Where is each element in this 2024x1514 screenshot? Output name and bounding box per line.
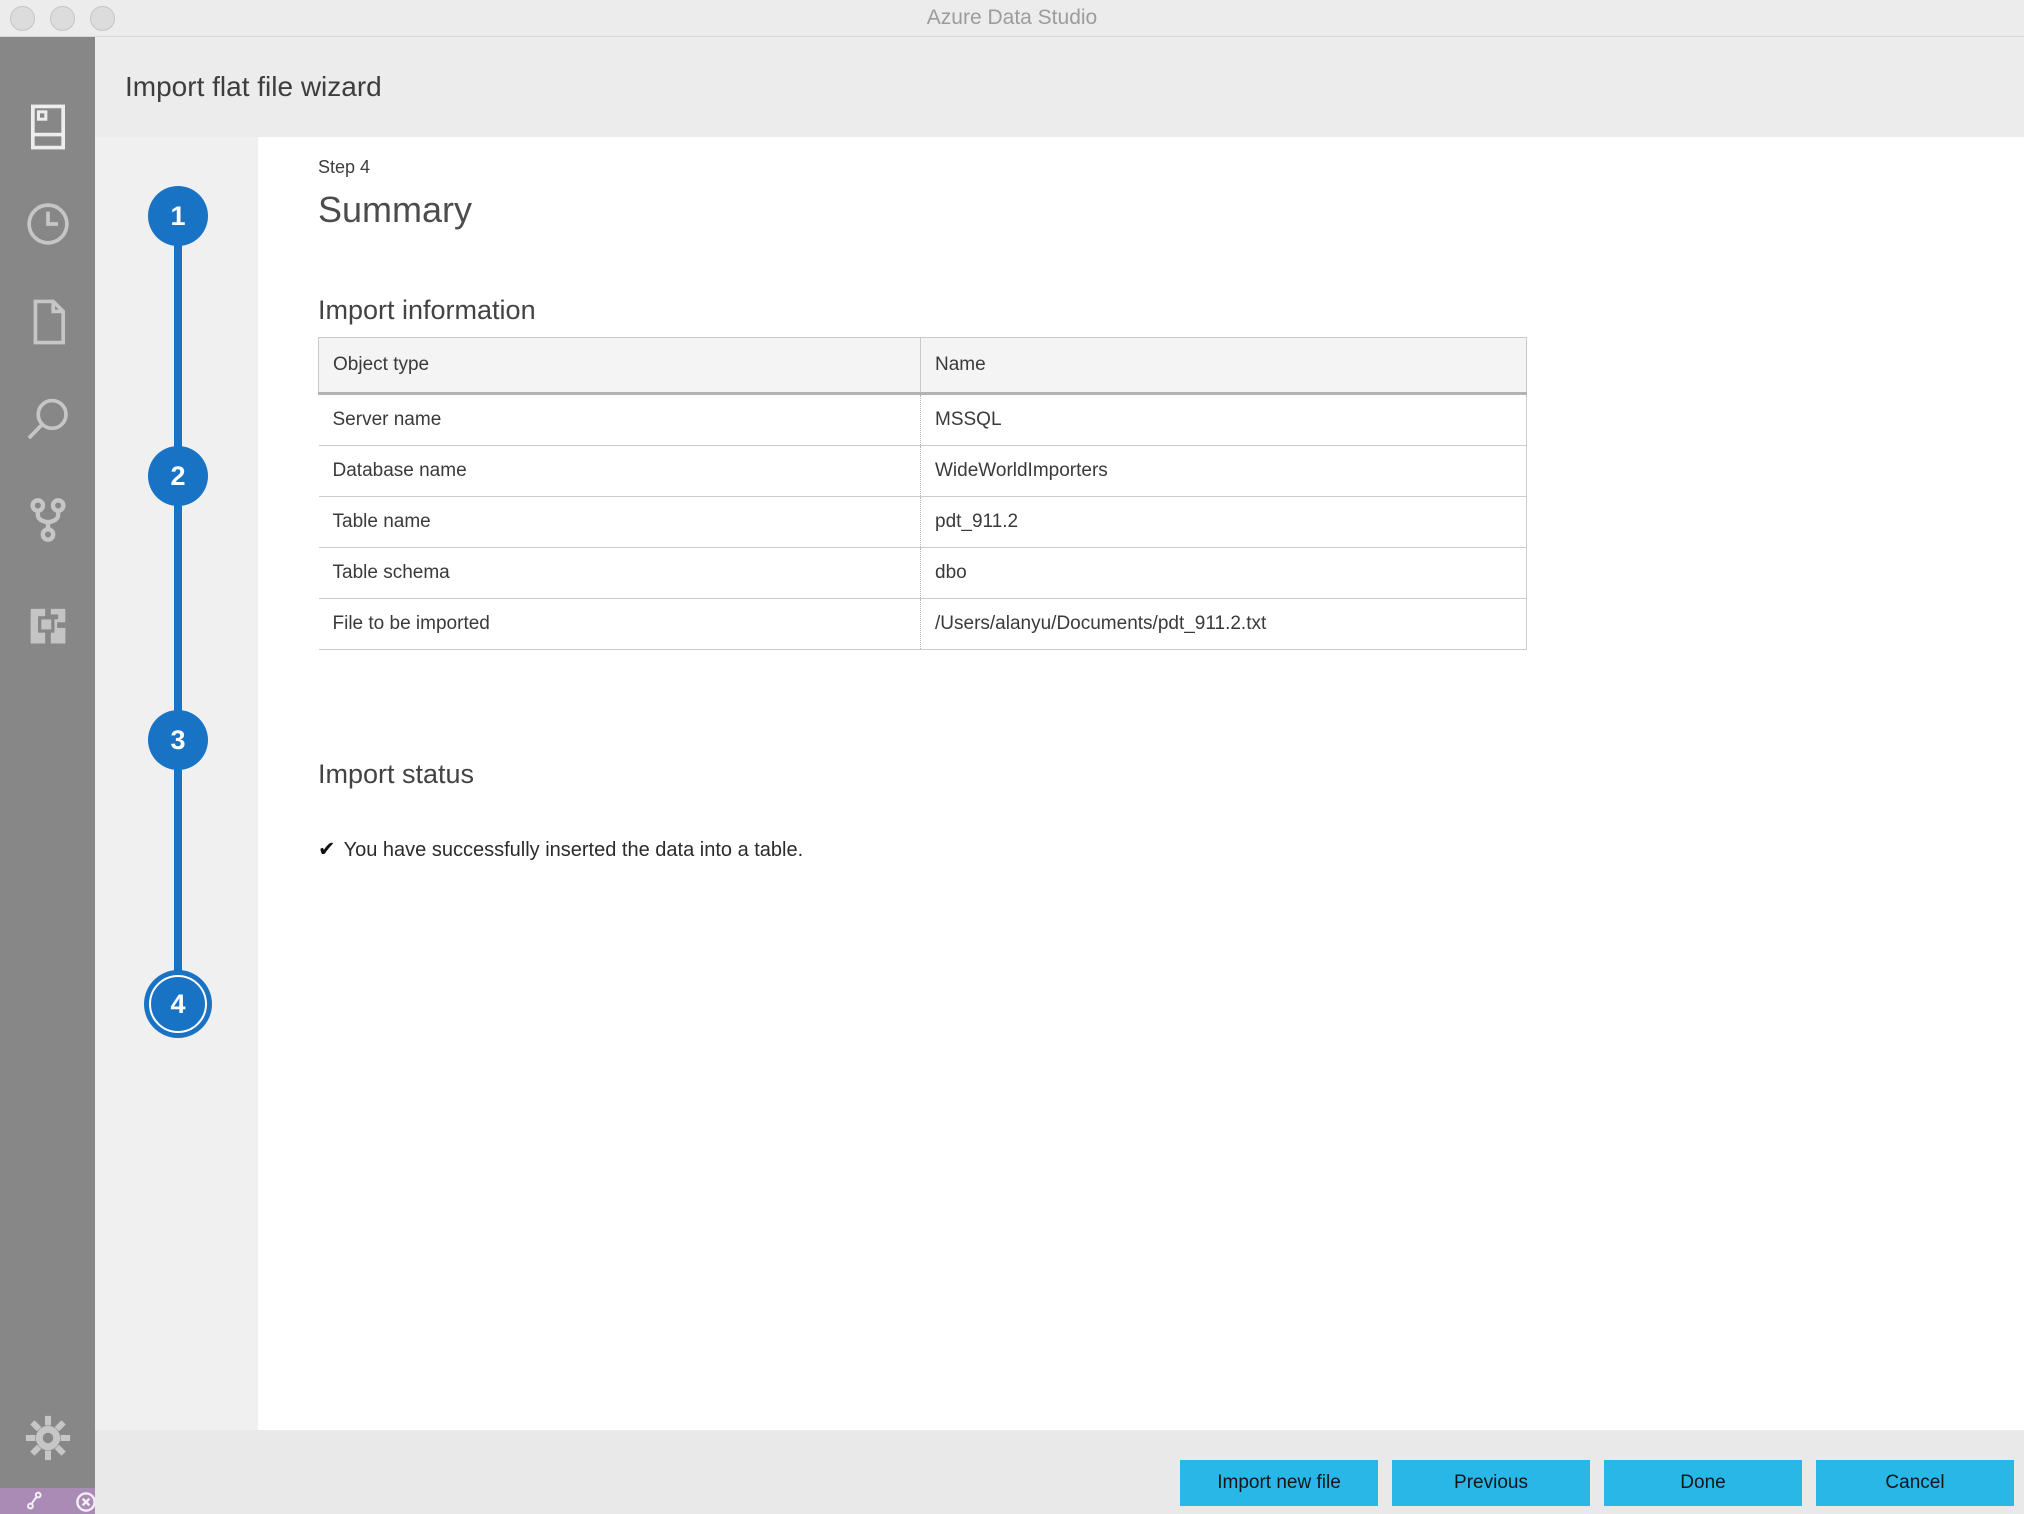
import-status-message: ✔ You have successfully inserted the data… xyxy=(318,837,803,862)
errors-icon[interactable] xyxy=(74,1490,95,1514)
sidebar-item-connections[interactable] xyxy=(21,100,74,153)
import-information-heading: Import information xyxy=(318,295,536,325)
row-label: Database name xyxy=(318,445,921,497)
check-icon: ✔ xyxy=(318,838,336,861)
azure-data-studio-window: Azure Data Studio Import flat file wizar… xyxy=(0,0,2024,1514)
step-indicator-3: 3 xyxy=(148,710,208,770)
column-header-object-type: Object type xyxy=(318,337,921,395)
history-icon xyxy=(26,202,69,245)
step-label: Step 4 xyxy=(318,157,371,177)
step-indicator-4-active: 4 xyxy=(144,970,212,1038)
branch-icon[interactable] xyxy=(24,1490,46,1514)
footer-button-row: Import new file Previous Done Cancel xyxy=(1180,1460,2014,1506)
wizard-content: Step 4 Summary Import information Object… xyxy=(258,137,2024,1430)
settings-gear-icon xyxy=(25,1415,70,1460)
row-label: File to be imported xyxy=(318,598,921,650)
step-number: 1 xyxy=(170,200,186,231)
connections-icon xyxy=(30,104,65,149)
status-text: You have successfully inserted the data … xyxy=(343,839,804,861)
column-header-name: Name xyxy=(920,337,1527,395)
extensions-icon xyxy=(30,608,65,643)
step-connector-line xyxy=(174,216,182,1004)
table-row: Server name MSSQL xyxy=(318,393,1527,446)
table-row: Table schema dbo xyxy=(318,547,1527,599)
row-value: WideWorldImporters xyxy=(920,445,1527,497)
row-label: Table schema xyxy=(318,547,921,599)
status-bar xyxy=(0,1488,95,1514)
done-button[interactable]: Done xyxy=(1604,1460,1802,1506)
file-icon xyxy=(33,299,65,344)
step-indicator-1: 1 xyxy=(148,186,208,246)
previous-button[interactable]: Previous xyxy=(1392,1460,1590,1506)
sidebar-item-search[interactable] xyxy=(21,392,74,445)
row-label: Table name xyxy=(318,496,921,548)
row-value: pdt_911.2 xyxy=(920,496,1527,548)
settings-button[interactable] xyxy=(21,1411,74,1464)
import-information-table: Object type Name Server name MSSQL Datab… xyxy=(318,337,1527,650)
titlebar: Azure Data Studio xyxy=(0,0,2024,37)
source-control-icon xyxy=(29,497,66,542)
table-header-row: Object type Name xyxy=(318,337,1527,395)
table-row: Table name pdt_911.2 xyxy=(318,496,1527,548)
wizard-header: Import flat file wizard xyxy=(95,37,2024,137)
wizard-footer: Import new file Previous Done Cancel xyxy=(95,1430,2024,1514)
import-new-file-button[interactable]: Import new file xyxy=(1180,1460,1378,1506)
import-wizard-dialog: Import flat file wizard 1 2 3 4 Step 4 S… xyxy=(95,37,2024,1514)
cancel-button[interactable]: Cancel xyxy=(1816,1460,2014,1506)
row-value: /Users/alanyu/Documents/pdt_911.2.txt xyxy=(920,598,1527,650)
search-icon xyxy=(27,398,68,439)
step-number: 3 xyxy=(170,724,186,755)
row-value: MSSQL xyxy=(920,393,1527,446)
row-label: Server name xyxy=(318,393,921,446)
activity-bar xyxy=(0,37,95,1488)
sidebar-item-history[interactable] xyxy=(21,197,74,250)
step-number: 4 xyxy=(170,988,186,1019)
step-indicator-2: 2 xyxy=(148,446,208,506)
page-title: Summary xyxy=(318,189,473,230)
window-title: Azure Data Studio xyxy=(926,6,1098,29)
step-number: 2 xyxy=(170,460,186,491)
table-row: Database name WideWorldImporters xyxy=(318,445,1527,497)
import-status-heading: Import status xyxy=(318,759,475,789)
wizard-title: Import flat file wizard xyxy=(125,71,382,102)
sidebar-item-files[interactable] xyxy=(21,295,74,348)
table-row: File to be imported /Users/alanyu/Docume… xyxy=(318,598,1527,650)
sidebar-item-source-control[interactable] xyxy=(21,493,74,546)
row-value: dbo xyxy=(920,547,1527,599)
sidebar-item-extensions[interactable] xyxy=(21,597,74,650)
